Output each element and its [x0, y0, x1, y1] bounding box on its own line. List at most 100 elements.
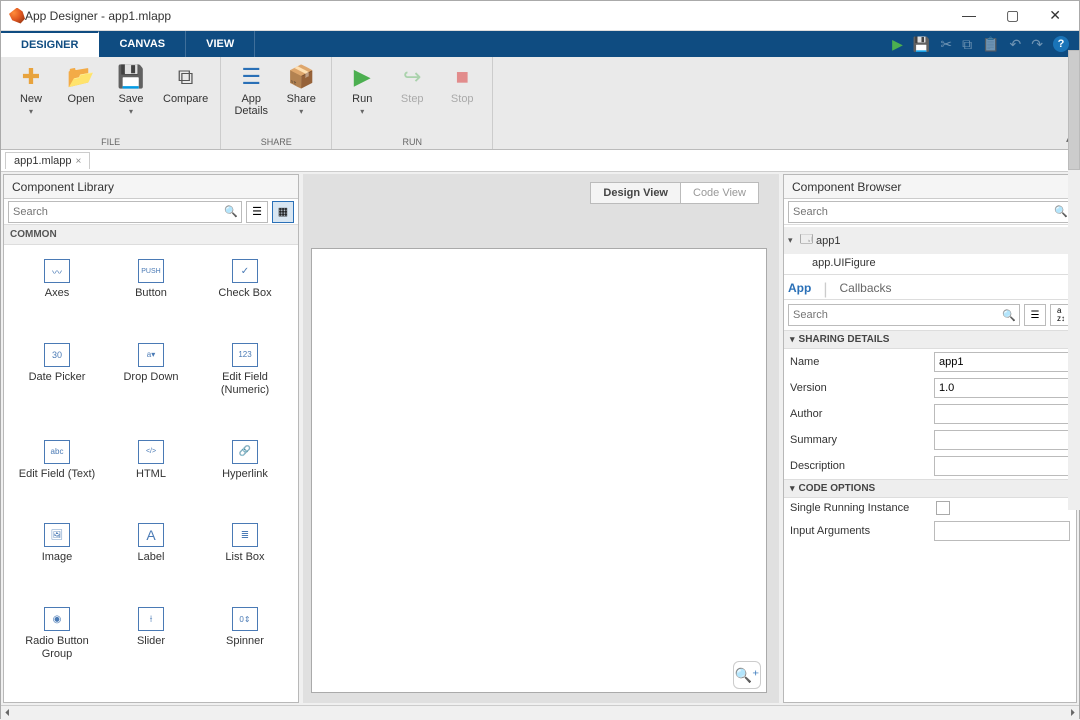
file-group-label: FILE: [9, 137, 212, 149]
uifigure-canvas[interactable]: [311, 248, 767, 693]
tab-callbacks[interactable]: Callbacks: [839, 281, 891, 299]
property-search-input[interactable]: 🔍: [788, 304, 1020, 326]
run-icon[interactable]: ▶: [892, 36, 903, 53]
summary-input[interactable]: [934, 430, 1070, 450]
compare-icon: ⧉: [178, 63, 194, 91]
component-axes[interactable]: 〰Axes: [10, 251, 104, 335]
window-title: App Designer - app1.mlapp: [25, 9, 956, 23]
search-icon[interactable]: 🔍: [999, 309, 1019, 322]
stop-button[interactable]: ■ Stop: [440, 61, 484, 107]
browser-search-input[interactable]: 🔍: [788, 201, 1072, 223]
ribbon: ✚ New ▾ 📂 Open 💾 Save ▾ ⧉ Compare FILE ☰: [1, 57, 1079, 150]
search-icon[interactable]: 🔍: [221, 205, 241, 218]
prop-summary: Summary: [784, 427, 1076, 453]
maximize-button[interactable]: ▢: [1000, 5, 1025, 26]
component-hyperlink[interactable]: 🔗Hyperlink: [198, 432, 292, 516]
dropdown-arrow-icon: ▾: [129, 107, 133, 116]
component-image[interactable]: 🖼Image: [10, 515, 104, 599]
property-search-field[interactable]: [789, 309, 999, 321]
component-listbox[interactable]: ≣List Box: [198, 515, 292, 599]
doc-tab-label: app1.mlapp: [14, 155, 72, 167]
chevron-down-icon: ▾: [790, 334, 795, 345]
component-slider[interactable]: ⟊Slider: [104, 599, 198, 696]
tree-node-uifigure[interactable]: app.UIFigure: [784, 254, 1076, 272]
component-edit-text[interactable]: abcEdit Field (Text): [10, 432, 104, 516]
run-button[interactable]: ▶ Run ▾: [340, 61, 384, 118]
help-icon[interactable]: ?: [1053, 36, 1069, 52]
compare-button[interactable]: ⧉ Compare: [159, 61, 212, 107]
input-args-input[interactable]: [934, 521, 1070, 541]
prop-single-instance: Single Running Instance: [784, 498, 1076, 518]
tree-node-label: app.UIFigure: [812, 257, 876, 269]
tree-node-label: app1: [816, 235, 840, 247]
save-button[interactable]: 💾 Save ▾: [109, 61, 153, 118]
description-input[interactable]: [934, 456, 1070, 476]
title-bar: App Designer - app1.mlapp — ▢ ✕: [1, 1, 1079, 31]
component-label[interactable]: ALabel: [104, 515, 198, 599]
code-view-button[interactable]: Code View: [681, 183, 758, 203]
share-button[interactable]: 📦 Share ▾: [279, 61, 323, 118]
component-checkbox[interactable]: ✓Check Box: [198, 251, 292, 335]
grid-view-button[interactable]: ▦: [272, 201, 294, 223]
browser-search-field[interactable]: [789, 206, 1051, 218]
doc-tab-app1[interactable]: app1.mlapp ×: [5, 152, 90, 169]
open-button[interactable]: 📂 Open: [59, 61, 103, 107]
code-options-section[interactable]: ▾ CODE OPTIONS: [784, 479, 1076, 498]
horizontal-scrollbar[interactable]: ⏴ ⏵: [1, 705, 1079, 720]
close-button[interactable]: ✕: [1043, 5, 1067, 26]
library-search-input[interactable]: 🔍: [8, 201, 242, 223]
component-date-picker[interactable]: 30Date Picker: [10, 335, 104, 432]
component-html[interactable]: </>HTML: [104, 432, 198, 516]
component-grid: 〰Axes PUSHButton ✓Check Box 30Date Picke…: [4, 245, 298, 702]
tab-view[interactable]: VIEW: [186, 31, 255, 57]
step-button[interactable]: ↪ Step: [390, 61, 434, 107]
prop-description: Description: [784, 453, 1076, 479]
copy-icon[interactable]: ⧉: [962, 36, 972, 53]
component-button[interactable]: PUSHButton: [104, 251, 198, 335]
scroll-left-icon[interactable]: ⏴: [5, 708, 10, 719]
list-view-button[interactable]: ☰: [246, 201, 268, 223]
scroll-right-icon[interactable]: ⏵: [1070, 708, 1075, 719]
category-sort-button[interactable]: ☰: [1024, 304, 1046, 326]
prop-author: Author: [784, 401, 1076, 427]
name-input[interactable]: [934, 352, 1070, 372]
zoom-fit-button[interactable]: 🔍⁺: [733, 661, 761, 689]
scrollbar-thumb[interactable]: [1068, 50, 1080, 170]
prop-name: Name: [784, 349, 1076, 375]
checkbox-icon: ✓: [232, 259, 258, 283]
tree-expand-icon[interactable]: ▾: [788, 235, 800, 246]
minimize-button[interactable]: —: [956, 5, 982, 26]
document-tabs: app1.mlapp ×: [1, 150, 1079, 172]
design-view-button[interactable]: Design View: [591, 183, 681, 203]
undo-icon[interactable]: ↶: [1010, 36, 1022, 53]
cut-icon[interactable]: ✂: [940, 36, 952, 53]
redo-icon[interactable]: ↷: [1031, 36, 1043, 53]
date-icon: 30: [44, 343, 70, 367]
edit-numeric-icon: 123: [232, 343, 258, 367]
library-scrollbar[interactable]: [1068, 50, 1080, 510]
save-icon[interactable]: 💾: [913, 36, 930, 53]
save-disk-icon: 💾: [117, 63, 144, 91]
stop-icon: ■: [456, 63, 469, 91]
new-button[interactable]: ✚ New ▾: [9, 61, 53, 118]
axes-icon: 〰: [44, 259, 70, 283]
tab-app[interactable]: App: [788, 281, 811, 299]
tree-node-app1[interactable]: ▾ 🗔 app1: [784, 227, 1076, 254]
component-spinner[interactable]: 0⇕Spinner: [198, 599, 292, 696]
chevron-down-icon: ▾: [790, 483, 795, 494]
sharing-details-section[interactable]: ▾ SHARING DETAILS: [784, 330, 1076, 349]
app-details-button[interactable]: ☰ App Details: [229, 61, 273, 119]
run-group-label: RUN: [340, 137, 484, 149]
version-input[interactable]: [934, 378, 1070, 398]
paste-icon[interactable]: 📋: [982, 36, 999, 53]
author-input[interactable]: [934, 404, 1070, 424]
library-search-field[interactable]: [9, 206, 221, 218]
component-dropdown[interactable]: a▾Drop Down: [104, 335, 198, 432]
tab-designer[interactable]: DESIGNER: [1, 31, 99, 57]
tab-canvas[interactable]: CANVAS: [99, 31, 186, 57]
doc-tab-close-icon[interactable]: ×: [76, 156, 82, 167]
component-library-panel: Component Library 🔍 ☰ ▦ COMMON 〰Axes PUS…: [3, 174, 299, 703]
component-edit-numeric[interactable]: 123Edit Field (Numeric): [198, 335, 292, 432]
component-radio-group[interactable]: ◉Radio Button Group: [10, 599, 104, 696]
single-instance-checkbox[interactable]: [936, 501, 950, 515]
